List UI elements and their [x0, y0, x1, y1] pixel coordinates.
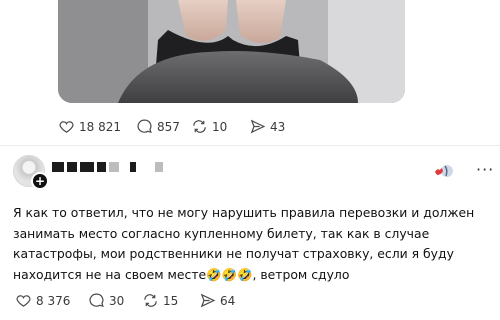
send-icon [200, 293, 216, 308]
username-redacted[interactable] [52, 162, 163, 172]
comment-button[interactable]: 30 [88, 292, 142, 309]
redaction-block [67, 162, 77, 172]
redaction-block [80, 162, 94, 172]
redaction-block [130, 162, 136, 172]
follow-plus-icon[interactable]: + [31, 172, 49, 190]
like-count: 18 821 [79, 119, 121, 134]
speech-bubble-icon [137, 119, 152, 134]
post-photo-graphic [58, 0, 405, 103]
comment-button[interactable]: 857 [136, 118, 191, 135]
like-count: 8 376 [36, 293, 71, 308]
reply-actions: 8 376 30 15 64 [15, 292, 235, 309]
redaction-block [52, 162, 64, 172]
post-image[interactable] [58, 0, 405, 103]
repost-count: 10 [212, 119, 228, 134]
like-button[interactable]: 18 821 [58, 118, 136, 135]
speech-bubble-icon [89, 293, 104, 308]
share-count: 64 [220, 293, 236, 308]
repost-arrows-icon [193, 120, 206, 133]
post-divider [0, 145, 500, 146]
like-button[interactable]: 8 376 [15, 292, 88, 309]
share-count: 43 [270, 119, 286, 134]
reply-text: Я как то ответил, что не могу нарушить п… [13, 205, 475, 282]
share-button[interactable]: 64 [199, 292, 235, 309]
repost-button[interactable]: 10 [191, 118, 249, 135]
heart-icon [16, 295, 31, 307]
comment-count: 30 [109, 293, 125, 308]
share-button[interactable]: 43 [249, 118, 285, 135]
redaction-block [97, 162, 106, 172]
comment-count: 857 [157, 119, 180, 134]
repost-arrows-icon [144, 294, 157, 307]
repost-count: 15 [163, 293, 179, 308]
send-icon [250, 119, 266, 134]
user-flair-icon [435, 165, 453, 177]
repost-button[interactable]: 15 [142, 292, 199, 309]
heart-icon [59, 121, 74, 133]
post-actions: 18 821 857 10 43 [58, 118, 285, 135]
redaction-block [109, 162, 119, 172]
redaction-block [155, 162, 163, 172]
more-dots-icon[interactable]: ··· [476, 160, 494, 179]
